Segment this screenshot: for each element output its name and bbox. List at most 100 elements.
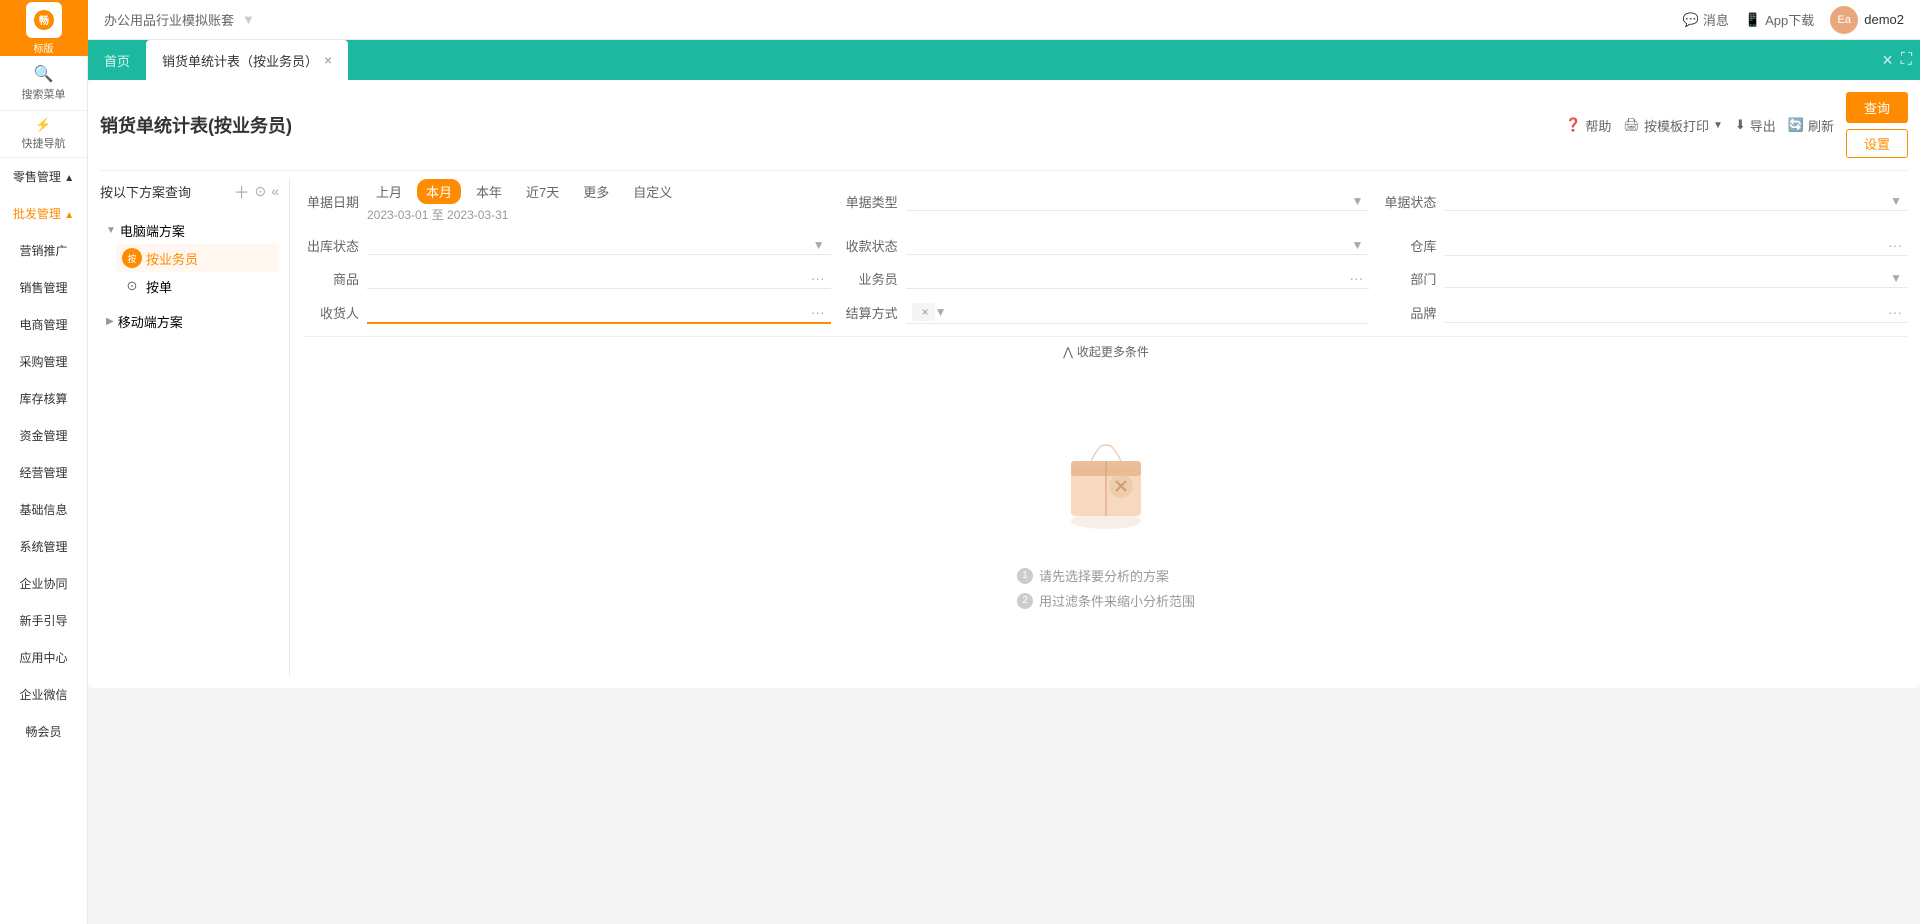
main-area: 办公用品行业模拟账套 ▼ 💬 消息 📱 App下载 Ea demo2 首页 — [88, 0, 1920, 924]
help-btn[interactable]: ❓ 帮助 — [1565, 116, 1611, 135]
message-btn[interactable]: 💬 消息 — [1683, 10, 1729, 29]
type-dropdown-icon: ▼ — [1351, 194, 1363, 208]
empty-tips: 1 请先选择要分析的方案 2 用过滤条件来缩小分析范围 — [1017, 566, 1195, 616]
user-area[interactable]: Ea demo2 — [1830, 6, 1904, 34]
sidebar-item-purchase[interactable]: 采购管理 — [0, 343, 87, 380]
left-panel-title: 按以下方案查询 — [100, 182, 191, 201]
settle-tag-close[interactable]: × — [922, 305, 929, 319]
consignee-input[interactable]: ··· — [367, 302, 831, 324]
date-btn-last-month[interactable]: 上月 — [367, 179, 411, 204]
sidebar-item-ecommerce[interactable]: 电商管理 — [0, 306, 87, 343]
tab-sales-stat[interactable]: 销货单统计表（按业务员） × — [146, 40, 348, 80]
sidebar-item-member[interactable]: 畅会员 — [0, 713, 87, 750]
print-dropdown-icon: ▼ — [1713, 120, 1723, 131]
dept-select[interactable]: ▼ — [1444, 269, 1908, 288]
page-title-bar: 销货单统计表(按业务员) ❓ 帮助 🖨 按模板打印 ▼ ⬇ 导出 — [100, 92, 1908, 158]
consignee-dots-icon[interactable]: ··· — [811, 304, 825, 320]
split-layout: 按以下方案查询 ＋ ⊙ « ▼ 电脑端方案 — [100, 179, 1908, 676]
avatar: Ea — [1830, 6, 1858, 34]
topbar-left: 办公用品行业模拟账套 ▼ — [104, 10, 255, 29]
print-icon: 🖨 — [1623, 117, 1640, 133]
goods-dots-icon[interactable]: ··· — [811, 270, 825, 286]
salesperson-dots-icon[interactable]: ··· — [1349, 270, 1363, 286]
leaf-order-icon: ⊙ — [122, 276, 142, 296]
sidebar-item-enterprise[interactable]: 企业协同 — [0, 565, 87, 602]
tree-leaf-salesperson[interactable]: 按 按业务员 — [116, 244, 279, 272]
settle-tag: × — [912, 303, 935, 321]
type-label: 单据类型 — [843, 192, 898, 211]
logo-text: 标版 — [34, 40, 54, 55]
refresh-btn[interactable]: 🔄 刷新 — [1788, 116, 1834, 135]
tree-pc-scheme: ▼ 电脑端方案 按 按业务员 ⊙ 按单 — [100, 213, 279, 304]
sidebar-item-finance[interactable]: 资金管理 — [0, 417, 87, 454]
warehouse-label: 仓库 — [1381, 236, 1436, 255]
brand-select[interactable]: ··· — [1444, 302, 1908, 323]
filter-brand: 品牌 ··· — [1381, 302, 1908, 323]
edit-scheme-icon[interactable]: ⊙ — [254, 183, 266, 200]
type-select[interactable]: ▼ — [906, 192, 1370, 211]
sidebar-item-retail[interactable]: 零售管理 ▲ — [0, 158, 87, 195]
tab-home[interactable]: 首页 — [88, 40, 146, 80]
sidebar-item-basic[interactable]: 基础信息 — [0, 491, 87, 528]
salesperson-select[interactable]: ··· — [906, 268, 1370, 289]
status-dropdown-icon: ▼ — [1890, 194, 1902, 208]
print-btn[interactable]: 🖨 按模板打印 ▼ — [1623, 116, 1722, 135]
collapse-btn[interactable]: ⋀ 收起更多条件 — [304, 336, 1908, 366]
sidebar-item-marketing[interactable]: 营销推广 — [0, 232, 87, 269]
date-btn-7days[interactable]: 近7天 — [517, 179, 568, 204]
date-btn-this-month[interactable]: 本月 — [417, 179, 461, 204]
topbar-right: 💬 消息 📱 App下载 Ea demo2 — [1683, 6, 1904, 34]
filter-settle: 结算方式 × ▼ — [843, 301, 1370, 324]
tabbar-controls: × ⛶ — [1882, 50, 1920, 71]
empty-state: 1 请先选择要分析的方案 2 用过滤条件来缩小分析范围 — [304, 366, 1908, 676]
sidebar-item-wechat[interactable]: 企业微信 — [0, 676, 87, 713]
export-btn[interactable]: ⬇ 导出 — [1735, 116, 1776, 135]
recv-status-select[interactable]: ▼ — [906, 236, 1370, 255]
filter-recv-status: 收款状态 ▼ — [843, 236, 1370, 255]
filter-type: 单据类型 ▼ — [843, 192, 1370, 211]
help-icon: ❓ — [1565, 117, 1581, 133]
filter-dept: 部门 ▼ — [1381, 269, 1908, 288]
collapse-panel-icon[interactable]: « — [271, 183, 279, 199]
goods-label: 商品 — [304, 269, 359, 288]
query-button[interactable]: 查询 — [1846, 92, 1908, 123]
tree-leaf-order[interactable]: ⊙ 按单 — [116, 272, 279, 300]
date-range-text: 2023-03-01 至 2023-03-31 — [367, 206, 831, 223]
app-download-btn[interactable]: 📱 App下载 — [1745, 10, 1814, 29]
sidebar-item-newbie[interactable]: 新手引导 — [0, 602, 87, 639]
tree-mobile-scheme-row[interactable]: ▶ 移动端方案 — [100, 308, 279, 335]
filter-out-status: 出库状态 ▼ — [304, 236, 831, 255]
date-btn-this-year[interactable]: 本年 — [467, 179, 511, 204]
tab-expand-icon[interactable]: ⛶ — [1901, 51, 1912, 69]
sidebar-item-appcenter[interactable]: 应用中心 — [0, 639, 87, 676]
tab-close-icon[interactable]: × — [324, 52, 332, 68]
warehouse-select[interactable]: ··· — [1444, 235, 1908, 256]
settle-select[interactable]: × ▼ — [906, 301, 1370, 324]
setting-button[interactable]: 设置 — [1846, 129, 1908, 158]
date-label: 单据日期 — [304, 192, 359, 211]
tree-collapse-icon: ▶ — [106, 316, 114, 327]
out-status-select[interactable]: ▼ — [367, 236, 831, 255]
tree-children: 按 按业务员 ⊙ 按单 — [100, 244, 279, 300]
sidebar-item-search[interactable]: 🔍 搜索菜单 — [0, 56, 87, 111]
sidebar-item-operations[interactable]: 经营管理 — [0, 454, 87, 491]
sidebar-item-quick[interactable]: ⚡ 快捷导航 — [0, 111, 87, 158]
export-icon: ⬇ — [1735, 117, 1746, 133]
chevron-icon: ▲ — [64, 173, 74, 184]
tree-pc-scheme-row[interactable]: ▼ 电脑端方案 — [100, 217, 279, 244]
date-btn-custom[interactable]: 自定义 — [624, 179, 681, 204]
sidebar-item-inventory[interactable]: 库存核算 — [0, 380, 87, 417]
date-btn-more[interactable]: 更多 — [574, 179, 618, 204]
brand-dots-icon[interactable]: ··· — [1888, 304, 1902, 320]
sidebar-item-wholesale[interactable]: 批发管理 ▲ — [0, 195, 87, 232]
warehouse-dots-icon[interactable]: ··· — [1888, 237, 1902, 253]
message-icon: 💬 — [1683, 12, 1699, 28]
status-select[interactable]: ▼ — [1444, 192, 1908, 211]
sidebar-item-system[interactable]: 系统管理 — [0, 528, 87, 565]
tab-close-all-icon[interactable]: × — [1882, 50, 1893, 71]
goods-select[interactable]: ··· — [367, 268, 831, 289]
sidebar-item-sales[interactable]: 销售管理 — [0, 269, 87, 306]
add-scheme-icon[interactable]: ＋ — [233, 179, 249, 203]
breadcrumb-arrow: ▼ — [242, 12, 255, 27]
filter-row-1: 单据日期 上月 本月 本年 近7天 更多 自定义 20 — [304, 179, 1908, 223]
